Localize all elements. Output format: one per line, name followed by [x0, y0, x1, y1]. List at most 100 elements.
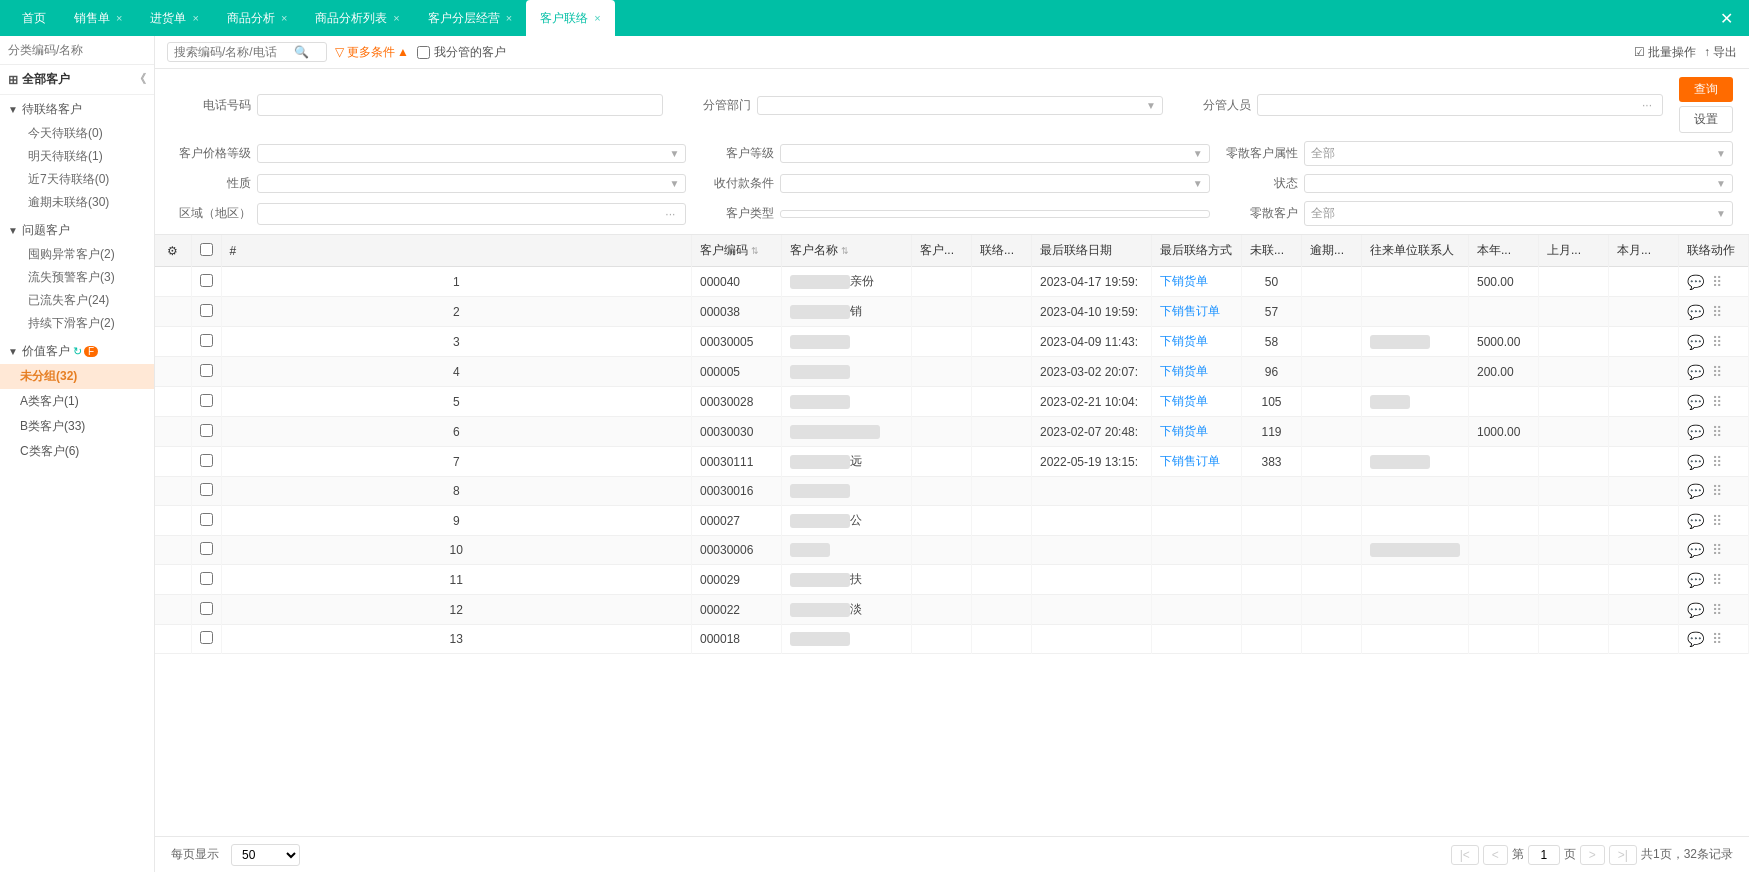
phone-input[interactable] [257, 94, 663, 116]
chat-icon[interactable]: 💬 [1687, 602, 1704, 618]
last-page-btn[interactable]: >| [1609, 845, 1637, 865]
more-conditions-btn[interactable]: ▽ 更多条件 ▲ [335, 44, 409, 61]
chat-icon[interactable]: 💬 [1687, 334, 1704, 350]
more-icon[interactable]: ⠿ [1712, 274, 1722, 290]
customer-type-select[interactable] [780, 210, 1209, 218]
chat-icon[interactable]: 💬 [1687, 631, 1704, 647]
more-icon[interactable]: ⠿ [1712, 304, 1722, 320]
row-checkbox[interactable] [200, 513, 213, 526]
last-way-link[interactable]: 下销货单 [1160, 394, 1208, 408]
chat-icon[interactable]: 💬 [1687, 424, 1704, 440]
next-page-btn[interactable]: > [1580, 845, 1605, 865]
more-icon[interactable]: ⠿ [1712, 513, 1722, 529]
chat-icon[interactable]: 💬 [1687, 572, 1704, 588]
th-no-contact[interactable]: 未联... [1242, 235, 1302, 267]
sidebar-item-unclassified[interactable]: 未分组(32) [0, 364, 154, 389]
row-checkbox[interactable] [200, 424, 213, 437]
page-input[interactable] [1528, 845, 1560, 865]
cell-check[interactable] [191, 565, 221, 595]
chat-icon[interactable]: 💬 [1687, 274, 1704, 290]
sidebar-item-churn-warn[interactable]: 流失预警客户(3) [0, 266, 154, 289]
nav-sales[interactable]: 销售单 × [60, 0, 136, 36]
row-checkbox[interactable] [200, 602, 213, 615]
sidebar-item-c[interactable]: C类客户(6) [0, 439, 154, 464]
row-checkbox[interactable] [200, 542, 213, 555]
more-icon[interactable]: ⠿ [1712, 454, 1722, 470]
th-last-way[interactable]: 最后联络方式 [1152, 235, 1242, 267]
th-check[interactable] [191, 235, 221, 267]
query-btn[interactable]: 查询 [1679, 77, 1733, 102]
export-btn[interactable]: ↑ 导出 [1704, 44, 1737, 61]
nav-purchase[interactable]: 进货单 × [136, 0, 212, 36]
sidebar-item-week[interactable]: 近7天待联络(0) [0, 168, 154, 191]
last-way-link[interactable]: 下销货单 [1160, 364, 1208, 378]
sidebar-item-tomorrow[interactable]: 明天待联络(1) [0, 145, 154, 168]
more-icon[interactable]: ⠿ [1712, 602, 1722, 618]
more-icon[interactable]: ⠿ [1712, 572, 1722, 588]
row-checkbox[interactable] [200, 334, 213, 347]
cell-check[interactable] [191, 327, 221, 357]
more-icon[interactable]: ⠿ [1712, 424, 1722, 440]
cell-check[interactable] [191, 387, 221, 417]
more-icon[interactable]: ⠿ [1712, 364, 1722, 380]
last-way-link[interactable]: 下销售订单 [1160, 304, 1220, 318]
cell-check[interactable] [191, 625, 221, 654]
row-checkbox[interactable] [200, 631, 213, 644]
cell-check[interactable] [191, 595, 221, 625]
row-checkbox[interactable] [200, 364, 213, 377]
nav-customertier-close[interactable]: × [506, 12, 512, 24]
retail-customer-select[interactable]: 全部 ▼ [1304, 201, 1733, 226]
th-contact[interactable]: 联络... [972, 235, 1032, 267]
sidebar-item-today[interactable]: 今天待联络(0) [0, 122, 154, 145]
chat-icon[interactable]: 💬 [1687, 454, 1704, 470]
row-checkbox[interactable] [200, 394, 213, 407]
area-select[interactable]: ··· [257, 203, 686, 225]
sidebar-item-overdue[interactable]: 逾期未联络(30) [0, 191, 154, 214]
retail-attr-select[interactable]: 全部 ▼ [1304, 141, 1733, 166]
chat-icon[interactable]: 💬 [1687, 394, 1704, 410]
more-icon[interactable]: ⠿ [1712, 542, 1722, 558]
refresh-icon[interactable]: ↻ [73, 345, 82, 358]
cell-check[interactable] [191, 417, 221, 447]
chat-icon[interactable]: 💬 [1687, 483, 1704, 499]
person-select[interactable]: ··· [1257, 94, 1663, 116]
nav-purchase-close[interactable]: × [192, 12, 198, 24]
my-customers-check[interactable]: 我分管的客户 [417, 44, 506, 61]
sidebar-item-decline[interactable]: 持续下滑客户(2) [0, 312, 154, 335]
more-icon[interactable]: ⠿ [1712, 394, 1722, 410]
nav-goods-analysis[interactable]: 商品分析 × [213, 0, 301, 36]
th-type[interactable]: 客户... [912, 235, 972, 267]
last-way-link[interactable]: 下销售订单 [1160, 454, 1220, 468]
price-level-select[interactable]: ▼ [257, 144, 686, 163]
per-page-select[interactable]: 50 100 200 [231, 844, 300, 866]
search-input[interactable] [174, 45, 294, 59]
batch-op-btn[interactable]: ☑ 批量操作 [1634, 44, 1696, 61]
th-last-date[interactable]: 最后联络日期 [1032, 235, 1152, 267]
last-way-link[interactable]: 下销货单 [1160, 424, 1208, 438]
nav-customer-tier[interactable]: 客户分层经营 × [414, 0, 526, 36]
cell-check[interactable] [191, 506, 221, 536]
nav-customer-contact[interactable]: 客户联络 × [526, 0, 614, 36]
row-checkbox[interactable] [200, 483, 213, 496]
status-select[interactable]: ▼ [1304, 174, 1733, 193]
window-close-btn[interactable]: ✕ [1712, 9, 1741, 28]
nav-goods-list[interactable]: 商品分析列表 × [301, 0, 413, 36]
sidebar-search-input[interactable] [8, 43, 155, 57]
th-settings[interactable]: ⚙ [155, 235, 191, 267]
score-group-header[interactable]: ▼ 价值客户 ↻ F [0, 339, 154, 364]
row-checkbox[interactable] [200, 274, 213, 287]
dept-select[interactable]: ▼ [757, 96, 1163, 115]
row-checkbox[interactable] [200, 454, 213, 467]
last-way-link[interactable]: 下销货单 [1160, 274, 1208, 288]
cell-check[interactable] [191, 536, 221, 565]
th-partner[interactable]: 往来单位联系人 [1362, 235, 1469, 267]
problem-group-header[interactable]: ▼ 问题客户 [0, 218, 154, 243]
cell-check[interactable] [191, 297, 221, 327]
th-code[interactable]: 客户编码 ⇅ [692, 235, 782, 267]
chat-icon[interactable]: 💬 [1687, 364, 1704, 380]
last-way-link[interactable]: 下销货单 [1160, 334, 1208, 348]
gender-select[interactable]: ▼ [257, 174, 686, 193]
th-this-month[interactable]: 本月... [1609, 235, 1679, 267]
more-icon[interactable]: ⠿ [1712, 334, 1722, 350]
chat-icon[interactable]: 💬 [1687, 513, 1704, 529]
